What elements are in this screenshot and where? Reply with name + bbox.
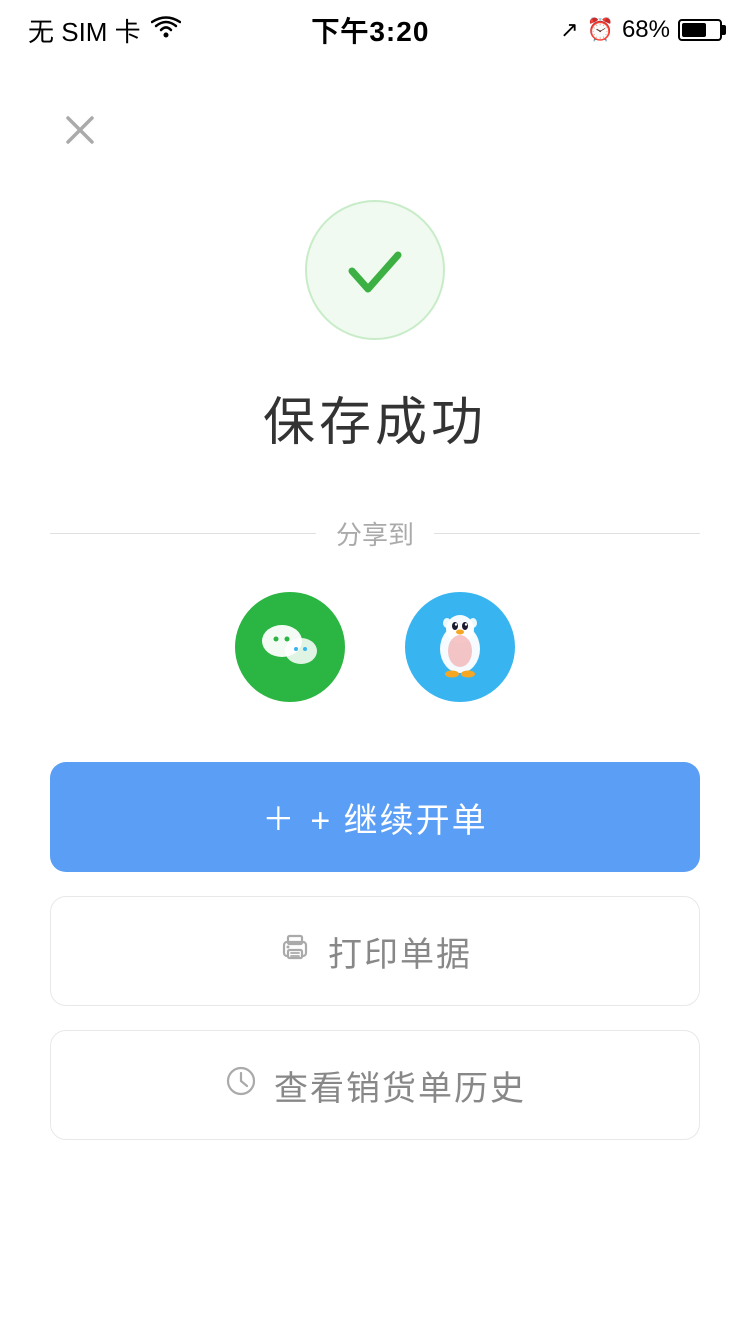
status-left: 无 SIM 卡 [28,12,181,49]
print-label: 打印单据 [328,927,472,976]
share-divider: 分享到 [50,515,700,552]
success-title: 保存成功 [263,380,487,455]
history-label: 查看销货单历史 [274,1061,526,1110]
status-time: 下午3:20 [311,10,429,50]
success-section: 保存成功 [50,200,700,455]
check-icon [340,235,410,305]
battery-percent: 68% [622,16,670,44]
plus-icon: ＋ [262,794,294,840]
status-right: ↗ ⏰ 68% [560,16,722,44]
check-circle [305,200,445,340]
printer-icon [278,930,312,972]
no-sim-text: 无 SIM 卡 [28,12,141,49]
location-icon: ↗ [560,17,578,43]
share-label: 分享到 [336,515,414,552]
action-buttons: ＋ + 继续开单 打印单据 [50,762,700,1140]
share-section: 分享到 [50,515,700,702]
continue-order-button[interactable]: ＋ + 继续开单 [50,762,700,872]
divider-left [50,533,316,534]
wechat-share-button[interactable] [235,592,345,702]
print-button[interactable]: 打印单据 [50,896,700,1006]
main-content: 保存成功 分享到 [0,60,750,1140]
divider-right [434,533,700,534]
status-bar: 无 SIM 卡 下午3:20 ↗ ⏰ 68% [0,0,750,60]
history-button[interactable]: 查看销货单历史 [50,1030,700,1140]
wifi-icon [151,16,181,45]
alarm-icon: ⏰ [587,17,614,43]
battery-icon [678,19,722,41]
qq-share-button[interactable] [405,592,515,702]
clock-icon [224,1064,258,1106]
continue-label: + 继续开单 [310,793,487,842]
share-icons [50,592,700,702]
close-button[interactable] [50,100,110,160]
